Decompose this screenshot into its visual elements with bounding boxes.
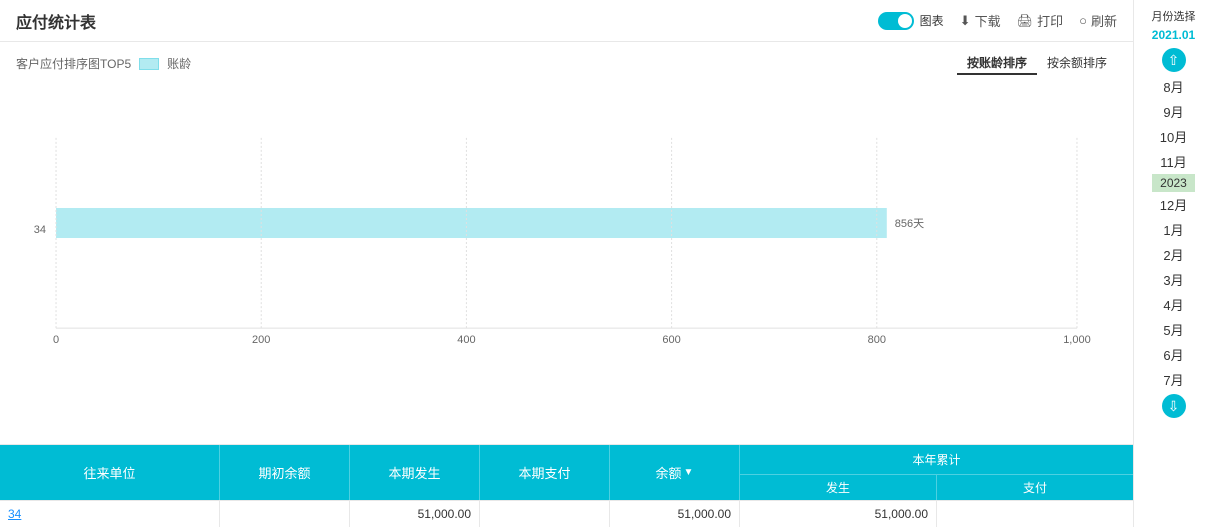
table-cell: 51,000.00 xyxy=(740,501,937,527)
table-header: 往来单位 期初余额 本期发生 本期支付 余额 ▼ 本年累计 发生 支付 xyxy=(0,445,1133,500)
refresh-label: 刷新 xyxy=(1091,11,1117,30)
svg-text:200: 200 xyxy=(252,334,270,346)
legend-title: 客户应付排序图TOP5 xyxy=(16,55,131,72)
th-benqizhifu: 本期支付 xyxy=(480,445,610,500)
table-cell: 51,000.00 xyxy=(610,501,740,527)
header-actions: 图表 ⬇ 下载 🖨 打印 ○ 刷新 xyxy=(878,11,1117,30)
sidebar-month-item[interactable]: 10月 xyxy=(1152,124,1195,149)
th-bennianjilei: 本年累计 xyxy=(740,445,1133,475)
toggle-track[interactable] xyxy=(878,12,914,30)
chart-bar xyxy=(56,208,887,238)
refresh-icon: ○ xyxy=(1079,13,1087,28)
sidebar-month-item[interactable]: 11月 xyxy=(1152,149,1195,174)
svg-text:600: 600 xyxy=(662,334,680,346)
sidebar-month-item[interactable]: 12月 xyxy=(1152,192,1195,217)
chart-area: 34 856天 0 200 400 600 800 xyxy=(16,83,1117,363)
sidebar-year-marker[interactable]: 2023 xyxy=(1152,174,1195,192)
y-axis-label: 34 xyxy=(34,224,46,236)
legend-box-label: 账龄 xyxy=(167,55,191,72)
download-icon: ⬇ xyxy=(960,13,971,29)
download-label: 下载 xyxy=(975,11,1001,30)
sidebar-month-item[interactable]: 8月 xyxy=(1152,74,1195,99)
sidebar-month-item[interactable]: 2月 xyxy=(1152,242,1195,267)
svg-text:1,000: 1,000 xyxy=(1063,334,1091,346)
chart-toggle-label: 图表 xyxy=(920,12,944,29)
table-cell xyxy=(220,501,350,527)
sidebar-month-item[interactable]: 1月 xyxy=(1152,217,1195,242)
chart-section: 客户应付排序图TOP5 账龄 按账龄排序 按余额排序 34 xyxy=(0,42,1133,444)
th-qichu: 期初余额 xyxy=(220,445,350,500)
sidebar-months: 8月9月10月11月202312月1月2月3月4月5月6月7月 xyxy=(1152,74,1195,392)
chart-legend: 客户应付排序图TOP5 账龄 xyxy=(16,55,191,72)
download-button[interactable]: ⬇ 下载 xyxy=(960,11,1001,30)
bar-days-label: 856天 xyxy=(895,218,924,230)
th-laiwai: 往来单位 xyxy=(0,445,220,500)
sidebar-month-item[interactable]: 4月 xyxy=(1152,292,1195,317)
toggle-thumb xyxy=(898,14,912,28)
sidebar-month-item[interactable]: 6月 xyxy=(1152,342,1195,367)
sidebar-down-button[interactable]: ⇩ xyxy=(1162,394,1186,418)
th-bennianjilei-sub: 发生 支付 xyxy=(740,475,1133,500)
svg-text:400: 400 xyxy=(457,334,475,346)
sidebar-month-item[interactable]: 7月 xyxy=(1152,367,1195,392)
chart-sort-buttons: 按账龄排序 按余额排序 xyxy=(957,52,1117,75)
sidebar-year-label[interactable]: 2021.01 xyxy=(1152,28,1195,42)
sidebar-month-item[interactable]: 5月 xyxy=(1152,317,1195,342)
page-title: 应付统计表 xyxy=(16,9,96,33)
sidebar-month-item[interactable]: 3月 xyxy=(1152,267,1195,292)
th-yue: 余额 ▼ xyxy=(610,445,740,500)
print-button[interactable]: 🖨 打印 xyxy=(1017,11,1064,30)
table-cell: 51,000.00 xyxy=(350,501,480,527)
legend-box xyxy=(139,58,159,70)
th-sub-zhifu: 支付 xyxy=(937,475,1133,500)
refresh-button[interactable]: ○ 刷新 xyxy=(1079,11,1117,30)
svg-text:0: 0 xyxy=(53,334,59,346)
table-cell[interactable]: 34 xyxy=(0,501,220,527)
table-section: 往来单位 期初余额 本期发生 本期支付 余额 ▼ 本年累计 发生 支付 xyxy=(0,444,1133,527)
table-body: 3451,000.0051,000.0051,000.00 xyxy=(0,500,1133,527)
th-sub-fasheng: 发生 xyxy=(740,475,937,500)
th-bennianjilei-group: 本年累计 发生 支付 xyxy=(740,445,1133,500)
chart-toggle[interactable]: 图表 xyxy=(878,12,944,30)
sidebar-up-button[interactable]: ⇧ xyxy=(1162,48,1186,72)
sort-by-amount-button[interactable]: 按账龄排序 xyxy=(957,52,1037,75)
chart-svg: 34 856天 0 200 400 600 800 xyxy=(16,83,1117,363)
table-cell xyxy=(480,501,610,527)
sort-by-balance-button[interactable]: 按余额排序 xyxy=(1037,52,1117,75)
table-row: 3451,000.0051,000.0051,000.00 xyxy=(0,500,1133,527)
svg-text:800: 800 xyxy=(868,334,886,346)
th-benqifasheng: 本期发生 xyxy=(350,445,480,500)
yue-sort-icon[interactable]: ▼ xyxy=(684,467,694,478)
print-label: 打印 xyxy=(1037,11,1063,30)
chart-header: 客户应付排序图TOP5 账龄 按账龄排序 按余额排序 xyxy=(16,52,1117,75)
right-sidebar: 月份选择 2021.01 ⇧ 8月9月10月11月202312月1月2月3月4月… xyxy=(1133,0,1213,527)
print-icon: 🖨 xyxy=(1017,13,1034,29)
sidebar-title: 月份选择 xyxy=(1152,8,1196,24)
sidebar-month-item[interactable]: 9月 xyxy=(1152,99,1195,124)
table-cell xyxy=(937,501,1133,527)
